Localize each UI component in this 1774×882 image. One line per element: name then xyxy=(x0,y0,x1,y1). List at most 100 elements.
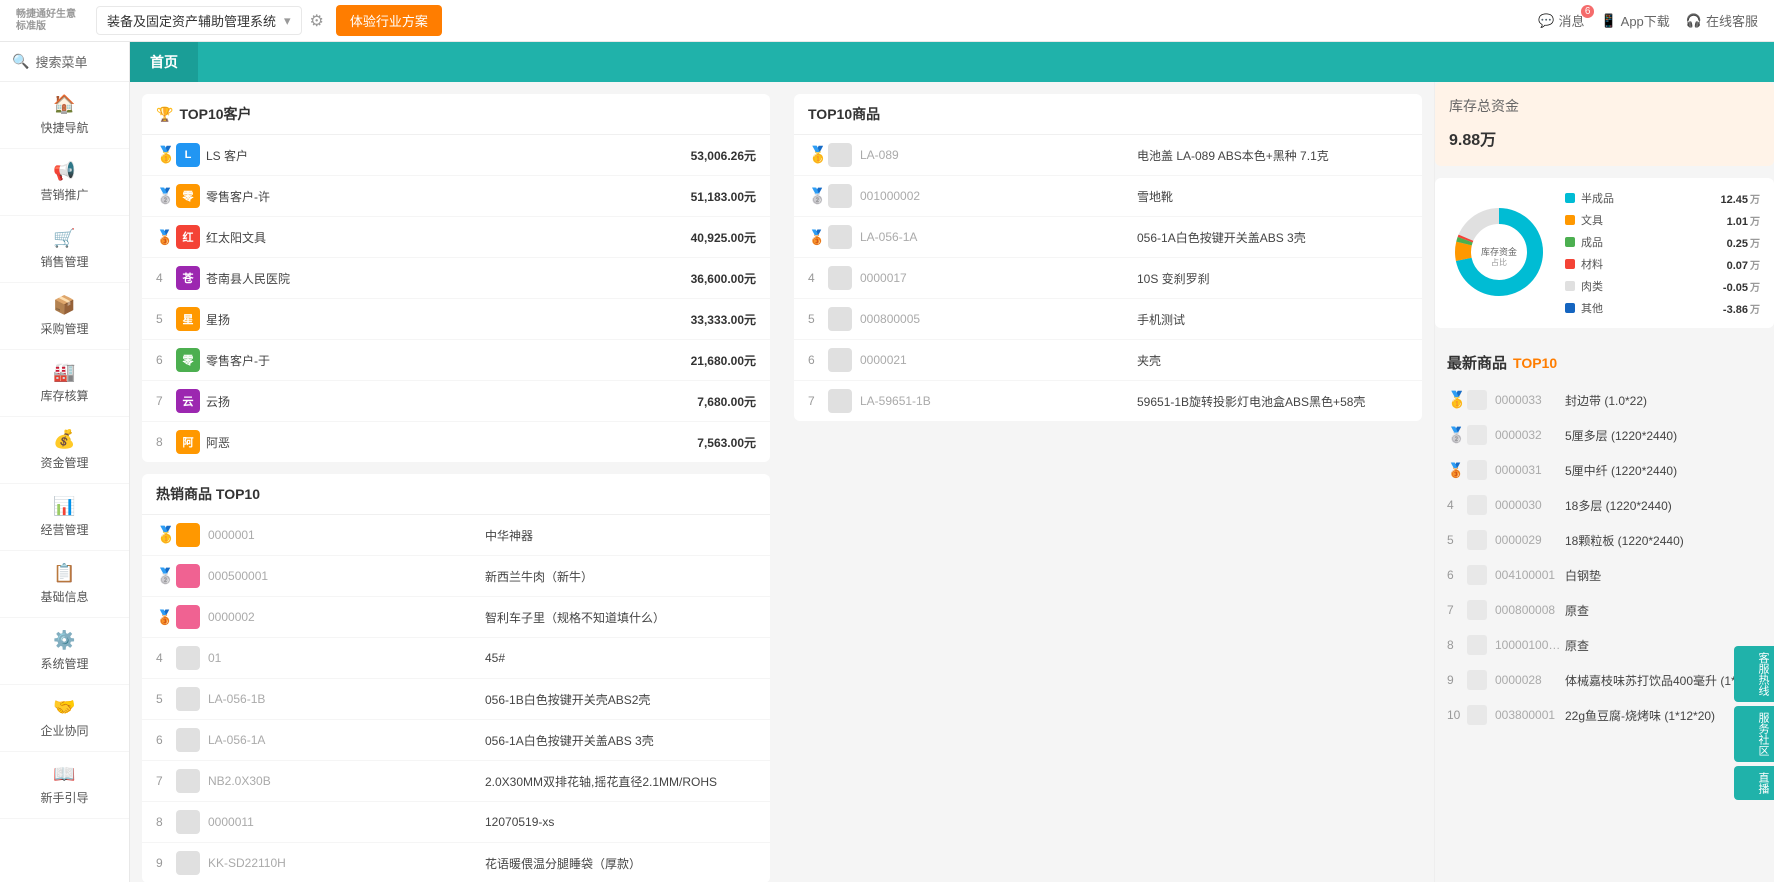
customer-name: LS 客户 xyxy=(206,147,691,164)
product-name: 5厘多层 (1220*2440) xyxy=(1565,427,1762,444)
rank-num: 5 xyxy=(1447,533,1467,547)
newest-products-list: 🥇 0000033 封边带 (1.0*22) 🥈 0000032 5厘多层 (1… xyxy=(1447,383,1762,732)
product-code: 0000028 xyxy=(1495,673,1565,687)
search-menu[interactable]: 🔍 搜索菜单 xyxy=(0,42,129,82)
legend-value: 0.25万 xyxy=(1727,235,1760,250)
app-label: App下载 xyxy=(1621,11,1670,30)
sidebar-item-enterprise[interactable]: 🤝 企业协同 xyxy=(0,685,129,752)
sidebar-item-quicknav[interactable]: 🏠 快捷导航 xyxy=(0,82,129,149)
rank-num: 6 xyxy=(808,353,828,367)
sidebar-item-inventory[interactable]: 🏭 库存核算 xyxy=(0,350,129,417)
sidebar-item-operations[interactable]: 📊 经营管理 xyxy=(0,484,129,551)
sidebar-item-purchase[interactable]: 📦 采购管理 xyxy=(0,283,129,350)
search-menu-label: 搜索菜单 xyxy=(35,52,87,71)
newest-title-text: 最新商品 xyxy=(1447,352,1507,373)
product-name: 电池盖 LA-089 ABS本色+黑种 7.1克 xyxy=(1137,147,1408,164)
product-code: LA-056-1B xyxy=(208,692,479,706)
product-code: 0000001 xyxy=(208,528,479,542)
message-icon: 💬 xyxy=(1538,13,1554,29)
product-code: 000800008 xyxy=(1495,603,1565,617)
newest-product-row: 4 0000030 18多层 (1220*2440) xyxy=(1447,488,1762,523)
sold-product-row: 4 0000017 10S 变刹罗刹 xyxy=(794,258,1422,299)
product-code: 0000031 xyxy=(1495,463,1565,477)
tab-home[interactable]: 首页 xyxy=(130,42,198,82)
hot-product-row: 🥉 0000002 智利车子里（规格不知道填什么） xyxy=(142,597,770,638)
product-name: 59651-1B旋转投影灯电池盒ABS黑色+58壳 xyxy=(1137,393,1408,410)
product-thumb xyxy=(828,225,852,249)
sold-product-row: 7 LA-59651-1B 59651-1B旋转投影灯电池盒ABS黑色+58壳 xyxy=(794,381,1422,421)
hot-products-title: 热销商品 TOP10 xyxy=(156,484,260,504)
legend-dot xyxy=(1565,303,1575,313)
newest-product-row: 10 003800001 22g鱼豆腐-烧烤味 (1*12*20) xyxy=(1447,698,1762,732)
medal-silver: 🥈 xyxy=(808,187,828,205)
customer-hotline-btn[interactable]: 客服热线 xyxy=(1734,646,1774,702)
dashboard: 🏆 TOP10客户 🥇 L LS 客户 53,006.26元 🥈 零 零售客户-… xyxy=(130,82,1774,882)
inventory-value: 9.88万 xyxy=(1449,120,1760,152)
tab-home-label: 首页 xyxy=(150,52,178,72)
system-label: 装备及固定资产辅助管理系统 xyxy=(107,11,276,30)
sidebar-item-guide[interactable]: 📖 新手引导 xyxy=(0,752,129,819)
sidebar-item-marketing[interactable]: 📢 营销推广 xyxy=(0,149,129,216)
product-code: LA-089 xyxy=(860,148,1131,162)
system-selector[interactable]: 装备及固定资产辅助管理系统 ▾ xyxy=(96,6,302,35)
customers-header: 🏆 TOP10客户 xyxy=(142,94,770,135)
sidebar-item-finance[interactable]: 💰 资金管理 xyxy=(0,417,129,484)
customer-row: 8 阿 阿恶 7,563.00元 xyxy=(142,422,770,462)
sidebar-item-label-0: 快捷导航 xyxy=(40,119,88,136)
trial-button[interactable]: 体验行业方案 xyxy=(336,5,442,36)
rank-num: 8 xyxy=(156,815,176,829)
avatar: 云 xyxy=(176,389,200,413)
hot-product-row: 8 0000011 12070519-xs xyxy=(142,802,770,843)
product-code: NB2.0X30B xyxy=(208,774,479,788)
product-thumb xyxy=(828,389,852,413)
rank-num: 7 xyxy=(1447,603,1467,617)
rank-num: 4 xyxy=(1447,498,1467,512)
mobile-icon: 📱 xyxy=(1600,13,1616,29)
rank-num: 5 xyxy=(808,312,828,326)
live-btn[interactable]: 直播 xyxy=(1734,766,1774,800)
product-thumb xyxy=(176,769,200,793)
hot-product-row: 7 NB2.0X30B 2.0X30MM双排花轴,摇花直径2.1MM/ROHS xyxy=(142,761,770,802)
customer-name: 阿恶 xyxy=(206,434,697,451)
logo: 畅捷通好生意 标准版 xyxy=(16,9,76,33)
product-name: 新西兰牛肉（新牛） xyxy=(485,568,756,585)
rank-num: 7 xyxy=(156,774,176,788)
customer-row: 🥈 零 零售客户-许 51,183.00元 xyxy=(142,176,770,217)
product-name: 5厘中纤 (1220*2440) xyxy=(1565,462,1762,479)
sidebar-item-system[interactable]: ⚙️ 系统管理 xyxy=(0,618,129,685)
legend-item: 材料 0.07万 xyxy=(1565,256,1760,272)
legend-dot xyxy=(1565,259,1575,269)
product-code: LA-59651-1B xyxy=(860,394,1131,408)
service-community-btn[interactable]: 服务社区 xyxy=(1734,706,1774,762)
sidebar-item-label-10: 新手引导 xyxy=(40,789,88,806)
sidebar-item-sales[interactable]: 🛒 销售管理 xyxy=(0,216,129,283)
legend-dot xyxy=(1565,215,1575,225)
customer-value: 51,183.00元 xyxy=(691,188,756,205)
medal-silver: 🥈 xyxy=(156,567,176,585)
float-service: 客服热线 服务社区 直播 xyxy=(1734,646,1774,802)
guide-icon: 📖 xyxy=(53,764,75,785)
customers-card: 🏆 TOP10客户 🥇 L LS 客户 53,006.26元 🥈 零 零售客户-… xyxy=(142,94,770,462)
avatar: 零 xyxy=(176,184,200,208)
inventory-number: 9.88 xyxy=(1449,132,1480,149)
medal-gold: 🥇 xyxy=(156,145,176,165)
hot-products-card: 热销商品 TOP10 🥇 0000001 中华神器 🥈 000500001 新西… xyxy=(142,474,770,882)
avatar: 红 xyxy=(176,225,200,249)
product-name: 45# xyxy=(485,651,756,665)
app-download[interactable]: 📱 App下载 xyxy=(1600,11,1669,30)
customer-value: 7,680.00元 xyxy=(697,393,756,410)
gear-icon[interactable]: ⚙ xyxy=(310,11,324,31)
message-badge[interactable]: 💬 消息 6 xyxy=(1538,11,1584,30)
legend-dot xyxy=(1565,281,1575,291)
newest-product-row: 9 0000028 体械嘉枝味苏打饮品400毫升 (1*15) xyxy=(1447,663,1762,698)
sidebar-item-label-6: 经营管理 xyxy=(40,521,88,538)
sidebar-item-base[interactable]: 📋 基础信息 xyxy=(0,551,129,618)
enterprise-icon: 🤝 xyxy=(53,697,75,718)
operations-icon: 📊 xyxy=(53,496,75,517)
product-icon-sm xyxy=(1467,460,1487,480)
home-icon: 🏠 xyxy=(53,94,75,115)
product-code: 001000002 xyxy=(860,189,1131,203)
online-service[interactable]: 🎧 在线客服 xyxy=(1686,11,1758,30)
product-code: 000500001 xyxy=(208,569,479,583)
product-thumb xyxy=(176,605,200,629)
